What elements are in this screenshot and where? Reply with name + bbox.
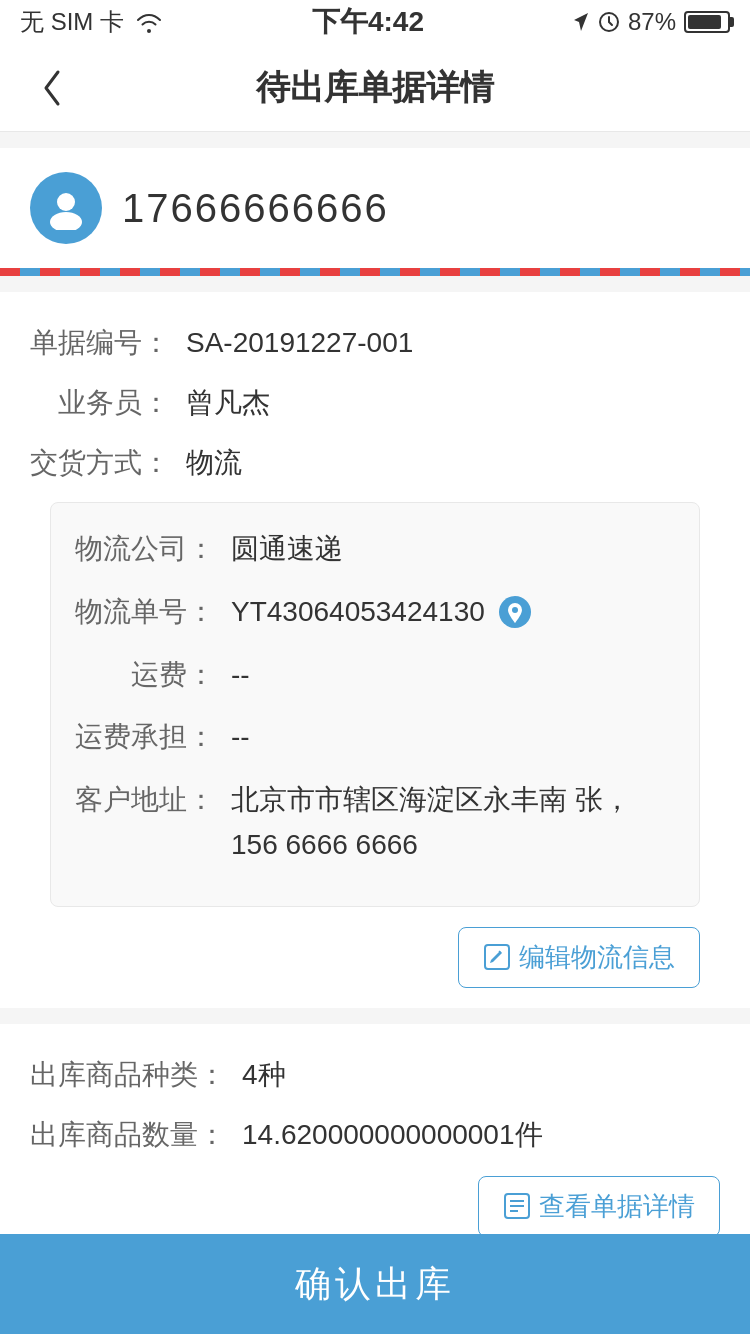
- view-detail-area: 查看单据详情: [30, 1176, 720, 1237]
- svg-point-4: [512, 607, 518, 613]
- wifi-icon: [134, 11, 164, 33]
- salesman-value: 曾凡杰: [186, 382, 720, 424]
- view-detail-label: 查看单据详情: [539, 1189, 695, 1224]
- order-no-label: 单据编号：: [30, 322, 170, 364]
- freight-bearer-row: 运费承担： --: [75, 715, 675, 760]
- delivery-method-value: 物流: [186, 442, 720, 484]
- address-row: 客户地址： 北京市市辖区海淀区永丰南 张，156 6666 6666: [75, 778, 675, 868]
- tracking-no-value: YT43064053424130: [231, 590, 675, 635]
- location-status-icon: [572, 11, 590, 33]
- logistics-company-row: 物流公司： 圆通速递: [75, 527, 675, 572]
- address-value: 北京市市辖区海淀区永丰南 张，156 6666 6666: [231, 778, 675, 868]
- freight-label: 运费：: [75, 653, 215, 698]
- salesman-row: 业务员： 曾凡杰: [30, 382, 720, 424]
- battery-percent: 87%: [628, 8, 676, 36]
- user-phone: 17666666666: [122, 186, 389, 231]
- edit-icon: [483, 943, 511, 971]
- tracking-no-label: 物流单号：: [75, 590, 215, 635]
- delivery-method-row: 交货方式： 物流: [30, 442, 720, 484]
- carrier-text: 无 SIM 卡: [20, 6, 124, 38]
- freight-row: 运费： --: [75, 653, 675, 698]
- list-icon: [503, 1192, 531, 1220]
- logistics-card: 物流公司： 圆通速递 物流单号： YT43064053424130 运费： --: [50, 502, 700, 907]
- tracking-location-icon[interactable]: [497, 594, 533, 630]
- edit-logistics-button[interactable]: 编辑物流信息: [458, 927, 700, 988]
- edit-logistics-area: 编辑物流信息: [30, 927, 720, 988]
- edit-btn-label: 编辑物流信息: [519, 940, 675, 975]
- dashed-divider: [0, 268, 750, 276]
- tracking-no-text: YT43064053424130: [231, 590, 485, 635]
- address-label: 客户地址：: [75, 778, 215, 823]
- freight-bearer-label: 运费承担：: [75, 715, 215, 760]
- svg-point-1: [57, 193, 75, 211]
- confirm-outbound-button[interactable]: 确认出库: [0, 1234, 750, 1334]
- tracking-no-row: 物流单号： YT43064053424130: [75, 590, 675, 635]
- status-bar: 无 SIM 卡 下午4:42 87%: [0, 0, 750, 44]
- order-no-row: 单据编号： SA-20191227-001: [30, 322, 720, 364]
- back-button[interactable]: [28, 64, 76, 112]
- battery-icon: [684, 11, 730, 33]
- product-quantity-value: 14.620000000000001件: [242, 1114, 720, 1156]
- salesman-label: 业务员：: [30, 382, 170, 424]
- page: 无 SIM 卡 下午4:42 87%: [0, 0, 750, 1334]
- nav-bar: 待出库单据详情: [0, 44, 750, 132]
- order-no-value: SA-20191227-001: [186, 322, 720, 364]
- status-time: 下午4:42: [312, 3, 424, 41]
- product-category-value: 4种: [242, 1054, 720, 1096]
- product-quantity-label: 出库商品数量：: [30, 1114, 226, 1156]
- product-quantity-row: 出库商品数量： 14.620000000000001件: [30, 1114, 720, 1156]
- order-info-section: 单据编号： SA-20191227-001 业务员： 曾凡杰 交货方式： 物流 …: [0, 292, 750, 1008]
- product-category-label: 出库商品种类：: [30, 1054, 226, 1096]
- delivery-method-label: 交货方式：: [30, 442, 170, 484]
- product-category-row: 出库商品种类： 4种: [30, 1054, 720, 1096]
- freight-bearer-value: --: [231, 715, 675, 760]
- freight-value: --: [231, 653, 675, 698]
- avatar: [30, 172, 102, 244]
- view-detail-button[interactable]: 查看单据详情: [478, 1176, 720, 1237]
- clock-icon: [598, 11, 620, 33]
- user-icon: [44, 186, 88, 230]
- svg-point-2: [50, 212, 82, 230]
- status-right: 87%: [572, 8, 730, 36]
- user-header: 17666666666: [0, 148, 750, 268]
- logistics-company-value: 圆通速递: [231, 527, 675, 572]
- page-title: 待出库单据详情: [256, 65, 494, 111]
- product-section: 出库商品种类： 4种 出库商品数量： 14.620000000000001件 查…: [0, 1024, 750, 1257]
- logistics-company-label: 物流公司：: [75, 527, 215, 572]
- status-left: 无 SIM 卡: [20, 6, 164, 38]
- bottom-btn-area: 确认出库: [0, 1234, 750, 1334]
